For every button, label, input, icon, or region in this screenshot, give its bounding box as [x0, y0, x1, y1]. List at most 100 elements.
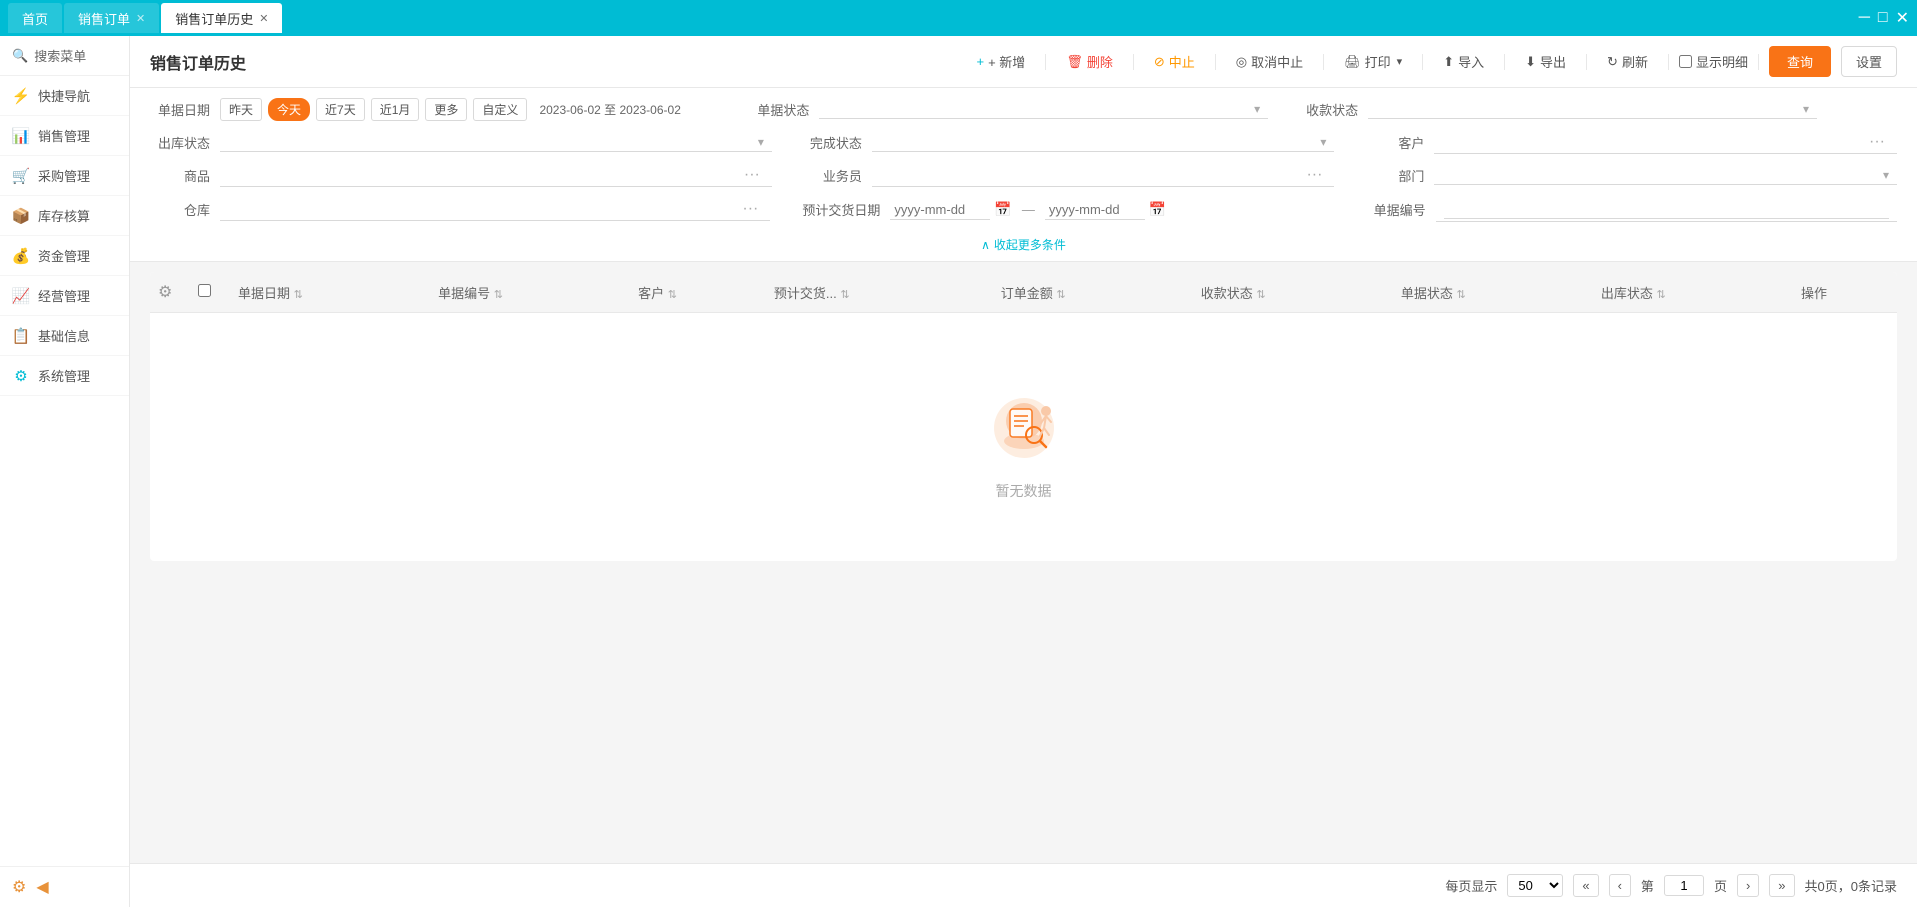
- sidebar-item-operations[interactable]: 📈 经营管理: [0, 276, 129, 316]
- sort-doc-date-icon[interactable]: ⇅: [294, 289, 303, 301]
- expected-date-cell: 📅 — 📅: [890, 200, 1335, 220]
- refresh-button[interactable]: ↻ 刷新: [1597, 48, 1658, 75]
- cancel-stop-button[interactable]: ◎ 取消中止: [1226, 48, 1313, 75]
- divider-4: [1323, 54, 1324, 70]
- minimize-button[interactable]: ─: [1859, 9, 1870, 27]
- import-button[interactable]: ⬆ 导入: [1433, 48, 1494, 75]
- page-size-select[interactable]: 10 20 50 100: [1507, 874, 1563, 897]
- product-more-icon[interactable]: ···: [740, 166, 764, 184]
- sort-customer-icon[interactable]: ⇅: [668, 289, 677, 301]
- warehouse-cell: ···: [220, 198, 770, 221]
- delete-button[interactable]: 🗑 删除: [1056, 48, 1123, 75]
- collapse-row[interactable]: ∧ 收起更多条件: [150, 232, 1897, 257]
- date-yesterday-btn[interactable]: 昨天: [220, 98, 262, 121]
- last-page-button[interactable]: »: [1769, 874, 1794, 897]
- main-layout: 🔍 搜索菜单 ⚡ 快捷导航 📊 销售管理 🛒 采购管理 📦 库存核算 💰 资金管…: [0, 36, 1917, 907]
- table-settings-header: ⚙: [150, 272, 190, 313]
- sort-expected-date-icon[interactable]: ⇅: [840, 289, 849, 301]
- tab-sales-order-history[interactable]: 销售订单历史 ✕: [161, 3, 282, 33]
- cancel-stop-label: 取消中止: [1251, 52, 1303, 71]
- salesperson-more-icon[interactable]: ···: [1302, 166, 1326, 184]
- expected-date-to-input[interactable]: [1045, 200, 1145, 220]
- sort-doc-status-icon[interactable]: ⇅: [1456, 289, 1465, 301]
- calendar-to-icon[interactable]: 📅: [1149, 201, 1166, 218]
- refresh-label: 刷新: [1622, 52, 1648, 71]
- page-suffix: 页: [1714, 876, 1727, 895]
- stop-button[interactable]: ⊘ 中止: [1144, 48, 1205, 75]
- new-button[interactable]: + + 新增: [967, 48, 1036, 75]
- sidebar-item-sys-mgmt[interactable]: ⚙ 系统管理: [0, 356, 129, 396]
- tab-sales-order-label: 销售订单: [78, 9, 130, 28]
- page-number-input[interactable]: [1664, 875, 1704, 896]
- date-filter-controls: 昨天 今天 近7天 近1月 更多 自定义 2023-06-02 至 2023-0…: [220, 98, 739, 121]
- tab-sales-order-close[interactable]: ✕: [136, 12, 145, 25]
- expected-date-label: 预计交货日期: [790, 200, 890, 219]
- sidebar-item-finance[interactable]: 💰 资金管理: [0, 236, 129, 276]
- page-size-label: 每页显示: [1445, 876, 1497, 895]
- divider-8: [1668, 54, 1669, 70]
- sidebar-collapse-icon[interactable]: ◀: [36, 877, 48, 897]
- filter-row-1: 单据日期 昨天 今天 近7天 近1月 更多 自定义 2023-06-02 至 2…: [150, 98, 1897, 121]
- operations-icon: 📈: [12, 287, 30, 305]
- customer-more-icon[interactable]: ···: [1865, 133, 1889, 151]
- date-1month-btn[interactable]: 近1月: [371, 98, 420, 121]
- sidebar-search[interactable]: 🔍 搜索菜单: [0, 36, 129, 76]
- col-out-status-label: 出库状态: [1601, 286, 1653, 301]
- basic-info-icon: 📋: [12, 327, 30, 345]
- doc-number-input[interactable]: [1444, 199, 1889, 219]
- date-7days-btn[interactable]: 近7天: [316, 98, 365, 121]
- delete-label: 删除: [1087, 52, 1113, 71]
- divider-5: [1422, 54, 1423, 70]
- sidebar-search-label: 搜索菜单: [34, 46, 86, 65]
- expected-date-from-input[interactable]: [890, 200, 990, 220]
- calendar-from-icon[interactable]: 📅: [994, 201, 1011, 218]
- col-out-status: 出库状态 ⇅: [1593, 272, 1793, 313]
- sort-order-amount-icon[interactable]: ⇅: [1056, 289, 1065, 301]
- stop-icon: ⊘: [1154, 54, 1165, 70]
- query-button[interactable]: 查询: [1769, 46, 1831, 77]
- sort-receipt-status-icon[interactable]: ⇅: [1256, 289, 1265, 301]
- settings-button[interactable]: 设置: [1841, 46, 1897, 77]
- sort-out-status-icon[interactable]: ⇅: [1657, 289, 1666, 301]
- dept-cell: ▾: [1434, 166, 1897, 185]
- filter-row-4: 仓库 ··· 预计交货日期 📅 — 📅 单据编号: [150, 197, 1897, 222]
- first-page-button[interactable]: «: [1573, 874, 1598, 897]
- warehouse-more-icon[interactable]: ···: [738, 200, 762, 218]
- date-custom-btn[interactable]: 自定义: [473, 98, 527, 121]
- divider-7: [1586, 54, 1587, 70]
- tab-sales-order[interactable]: 销售订单 ✕: [64, 3, 159, 33]
- sidebar-item-purchase-mgmt[interactable]: 🛒 采购管理: [0, 156, 129, 196]
- status-chevron-icon: ▾: [1254, 102, 1260, 116]
- sidebar-item-finance-label: 资金管理: [38, 246, 90, 265]
- maximize-button[interactable]: □: [1878, 9, 1888, 27]
- page-label: 第: [1641, 876, 1654, 895]
- print-button[interactable]: 🖨 打印: [1334, 48, 1412, 75]
- sidebar-item-inventory[interactable]: 📦 库存核算: [0, 196, 129, 236]
- sidebar-item-basic-info[interactable]: 📋 基础信息: [0, 316, 129, 356]
- purchase-mgmt-icon: 🛒: [12, 167, 30, 185]
- inventory-icon: 📦: [12, 207, 30, 225]
- next-page-button[interactable]: ›: [1737, 874, 1759, 897]
- export-button[interactable]: ⬇ 导出: [1515, 48, 1576, 75]
- close-button[interactable]: ✕: [1896, 8, 1909, 28]
- show-detail-checkbox[interactable]: [1679, 55, 1692, 68]
- sort-doc-number-icon[interactable]: ⇅: [494, 289, 503, 301]
- dept-chevron-icon: ▾: [1883, 168, 1889, 182]
- tab-sales-order-history-close[interactable]: ✕: [259, 12, 268, 25]
- prev-page-button[interactable]: ‹: [1609, 874, 1631, 897]
- table-settings-gear[interactable]: ⚙: [158, 284, 172, 301]
- tab-home[interactable]: 首页: [8, 3, 62, 33]
- date-range-text: 2023-06-02 至 2023-06-02: [539, 101, 680, 118]
- date-dash: —: [1022, 202, 1035, 217]
- footer-pagination: 每页显示 10 20 50 100 « ‹ 第 页 › » 共0页，0条记录: [130, 863, 1917, 907]
- date-more-btn[interactable]: 更多: [425, 98, 467, 121]
- sidebar-item-sales-mgmt[interactable]: 📊 销售管理: [0, 116, 129, 156]
- show-detail-toggle[interactable]: 显示明细: [1679, 52, 1748, 71]
- date-today-btn[interactable]: 今天: [268, 98, 310, 121]
- page-title: 销售订单历史: [150, 50, 246, 74]
- sidebar-item-quick-nav[interactable]: ⚡ 快捷导航: [0, 76, 129, 116]
- sidebar-settings-icon[interactable]: ⚙: [12, 877, 26, 897]
- finance-icon: 💰: [12, 247, 30, 265]
- select-all-checkbox[interactable]: [198, 284, 211, 297]
- sales-mgmt-icon: 📊: [12, 127, 30, 145]
